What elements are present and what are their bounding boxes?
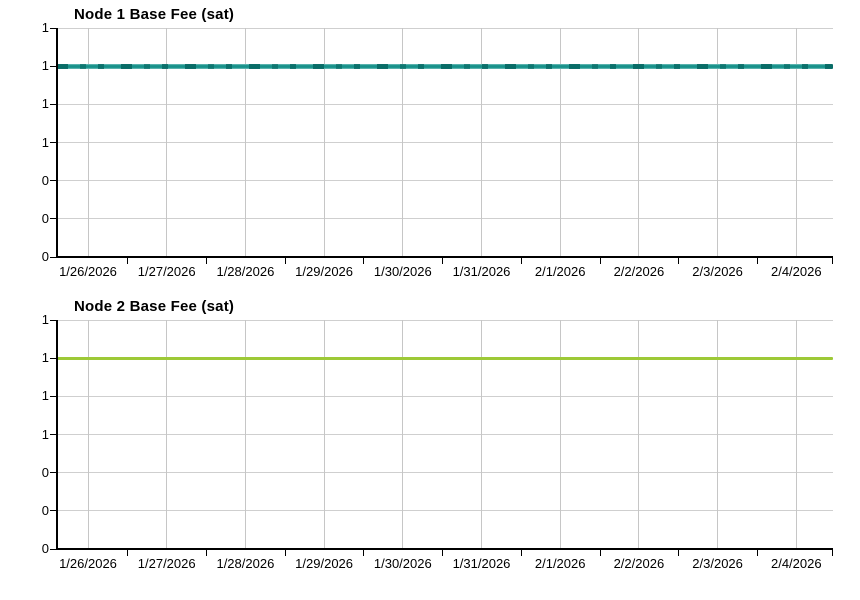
- y-tick-label: 0: [41, 464, 49, 480]
- x-tick-label: 1/31/2026: [452, 556, 511, 571]
- x-gridline: [481, 320, 482, 549]
- y-tick-label: 1: [41, 58, 49, 74]
- x-gridline: [87, 320, 89, 549]
- x-gridline: [795, 28, 797, 257]
- x-gridline: [481, 28, 482, 257]
- x-gridline: [638, 28, 640, 257]
- chart-node2-base-fee: Node 2 Base Fee (sat) 1 1 1 1 0 0 0 1/26/2026 1/…: [0, 292, 860, 600]
- y-tick: [50, 434, 56, 435]
- x-gridline: [323, 320, 325, 549]
- y-tick: [50, 319, 56, 321]
- x-tick-label: 1/31/2026: [452, 264, 511, 279]
- y-tick: [50, 395, 56, 397]
- y-tick-label: 0: [41, 249, 49, 264]
- x-tick-label: 1/28/2026: [216, 264, 275, 279]
- chart-node1-base-fee: Node 1 Base Fee (sat) 1 1 1 1 0 0 0 1/26/2026 1/…: [0, 0, 860, 292]
- x-tick-label: 1/30/2026: [373, 556, 432, 571]
- y-tick-label: 1: [41, 134, 49, 150]
- y-tick-label: 1: [41, 426, 49, 442]
- x-gridline: [717, 28, 719, 257]
- x-tick-label: 1/26/2026: [59, 556, 117, 571]
- x-tick-label: 2/2/2026: [613, 264, 665, 279]
- y-tick: [50, 65, 56, 67]
- y-tick: [50, 510, 56, 512]
- x-gridline: [402, 28, 404, 257]
- x-tick-label: 2/1/2026: [534, 556, 586, 571]
- y-axis-line: [56, 28, 58, 257]
- y-tick: [50, 218, 56, 220]
- x-tick-label: 2/1/2026: [534, 264, 586, 279]
- plot-area: 1 1 1 1 0 0 0 1/26/2026 1/27/2026 1/28/2026 1/29/2…: [42, 20, 833, 279]
- series-line-Node-2-base-fee: [57, 356, 833, 360]
- x-tick-label: 2/4/2026: [770, 556, 822, 571]
- x-gridline: [795, 320, 797, 549]
- x-tick-label: 1/27/2026: [137, 264, 196, 279]
- x-tick-label: 1/26/2026: [59, 264, 117, 279]
- x-tick-label: 2/2/2026: [613, 556, 665, 571]
- y-tick-label: 1: [41, 20, 49, 35]
- y-tick-label: 0: [41, 541, 49, 556]
- x-gridline: [402, 320, 404, 549]
- chart-title: Node 1 Base Fee (sat): [74, 6, 235, 23]
- x-tick-label: 1/28/2026: [216, 556, 275, 571]
- x-axis-line: [56, 548, 833, 550]
- y-tick: [50, 256, 56, 258]
- x-gridline: [166, 320, 168, 549]
- x-tick-label: 1/29/2026: [295, 264, 354, 279]
- x-gridline: [87, 28, 89, 257]
- x-gridline: [166, 28, 168, 257]
- y-tick-label: 0: [41, 210, 49, 226]
- x-gridline: [559, 28, 561, 257]
- y-tick-label: 1: [41, 388, 49, 404]
- x-tick-label: 2/3/2026: [692, 264, 743, 279]
- x-gridline: [244, 320, 246, 549]
- chart-title: Node 2 Base Fee (sat): [74, 298, 235, 315]
- y-tick-label: 1: [41, 96, 49, 112]
- y-tick-label: 1: [41, 350, 49, 366]
- y-tick: [50, 180, 56, 182]
- x-axis-line: [56, 256, 833, 258]
- x-gridline: [638, 320, 640, 549]
- x-tick-label: 2/3/2026: [692, 556, 743, 571]
- y-tick: [50, 142, 56, 143]
- y-tick-label: 0: [41, 502, 49, 518]
- x-gridline: [717, 320, 719, 549]
- y-tick: [50, 27, 56, 29]
- x-tick-label: 1/30/2026: [373, 264, 432, 279]
- x-tick-label: 1/29/2026: [295, 556, 354, 571]
- x-gridline: [244, 28, 246, 257]
- y-tick: [50, 548, 56, 550]
- series-line-Node-1-base-fee: [57, 63, 833, 69]
- x-gridline: [559, 320, 561, 549]
- y-tick-label: 1: [41, 312, 49, 327]
- x-tick-label: 1/27/2026: [137, 556, 196, 571]
- y-tick-label: 0: [41, 172, 49, 188]
- x-tick-label: 2/4/2026: [770, 264, 822, 279]
- x-gridline: [323, 28, 325, 257]
- y-tick: [50, 103, 56, 105]
- y-axis-line: [56, 320, 58, 549]
- plot-area: 1 1 1 1 0 0 0 1/26/2026 1/27/2026 1/28/2026 1/29/2…: [42, 312, 833, 571]
- y-tick: [50, 472, 56, 474]
- y-tick: [50, 357, 56, 359]
